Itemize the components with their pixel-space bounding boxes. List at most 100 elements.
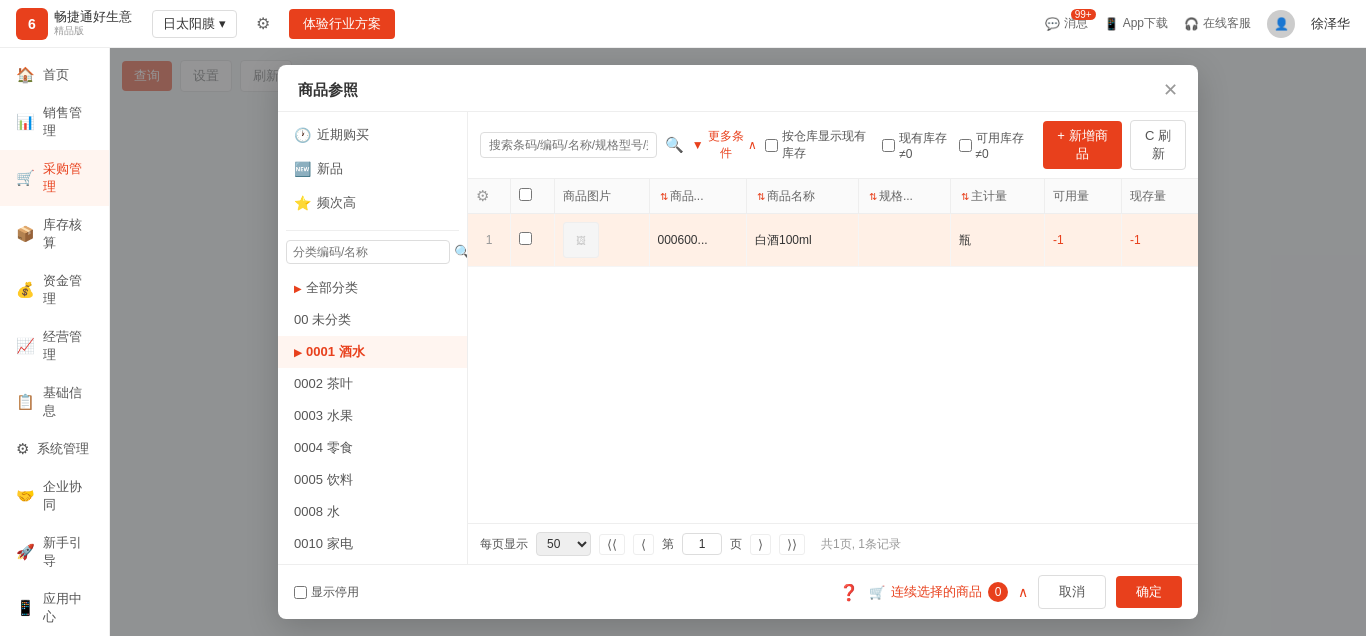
page-first-button[interactable]: ⟨⟨ <box>599 534 625 555</box>
quick-item-recent[interactable]: 🕐 近期购买 <box>286 120 459 150</box>
sidebar-label-operations: 经营管理 <box>43 328 93 364</box>
messages-badge: 99+ <box>1071 9 1096 20</box>
sidebar-item-purchase[interactable]: 🛒 采购管理 <box>0 150 109 206</box>
sidebar-item-guide[interactable]: 🚀 新手引导 <box>0 524 109 580</box>
th-settings: ⚙ <box>468 179 511 214</box>
per-page-select[interactable]: 50 100 <box>536 532 591 556</box>
stock-nonzero-input[interactable] <box>882 139 895 152</box>
settings-icon[interactable]: ⚙ <box>249 10 277 38</box>
top-navigation: 6 畅捷通好生意 精品版 日太阳膜 ▾ ⚙ 体验行业方案 💬 消息 99+ 📱 … <box>0 0 1366 48</box>
avail-nonzero-checkbox[interactable]: 可用库存≠0 <box>959 130 1027 161</box>
chevron-up-icon: ∧ <box>748 138 757 152</box>
messages-action[interactable]: 💬 消息 99+ <box>1045 15 1088 32</box>
add-product-button[interactable]: + 新增商品 <box>1043 121 1122 169</box>
sidebar-label-basics: 基础信息 <box>43 384 93 420</box>
service-action[interactable]: 🎧 在线客服 <box>1184 15 1251 32</box>
category-label-water: 0008 水 <box>294 503 340 521</box>
category-search-input[interactable] <box>286 240 450 264</box>
warehouse-stock-label: 按仓库显示现有库存 <box>782 128 874 162</box>
warehouse-stock-input[interactable] <box>765 139 778 152</box>
category-item-drinks[interactable]: 0005 饮料 <box>278 464 467 496</box>
sidebar-item-collab[interactable]: 🤝 企业协同 <box>0 468 109 524</box>
avail-nonzero-label: 可用库存≠0 <box>976 130 1027 161</box>
page-number-input[interactable] <box>682 533 722 555</box>
show-disabled-input[interactable] <box>294 586 307 599</box>
category-arrow-all: ▶ <box>294 283 302 294</box>
headphone-icon: 🎧 <box>1184 17 1199 31</box>
service-label: 在线客服 <box>1203 15 1251 32</box>
show-disabled-checkbox[interactable]: 显示停用 <box>294 584 359 601</box>
category-item-water[interactable]: 0008 水 <box>278 496 467 528</box>
select-all-checkbox[interactable] <box>519 188 532 201</box>
sidebar-item-inventory[interactable]: 📦 库存核算 <box>0 206 109 262</box>
cart-icon[interactable]: 🛒 <box>869 585 885 600</box>
category-list: ▶ 全部分类 00 未分类 ▶ 0001 酒水 0002 茶 <box>278 268 467 564</box>
sidebar-item-home[interactable]: 🏠 首页 <box>0 56 109 94</box>
th-spec-sort[interactable]: ⇅ 规格... <box>867 188 942 205</box>
th-unit-sort[interactable]: ⇅ 主计量 <box>959 188 1037 205</box>
th-unit: ⇅ 主计量 <box>950 179 1045 214</box>
page-last-button[interactable]: ⟩⟩ <box>779 534 805 555</box>
page-label: 第 <box>662 536 674 553</box>
collapse-footer-icon[interactable]: ∧ <box>1018 584 1028 600</box>
row-name-cell: 白酒100ml <box>746 214 858 267</box>
stock-nonzero-checkbox[interactable]: 现有库存≠0 <box>882 130 950 161</box>
right-panel: 🔍 ▼ 更多条件 ∧ 按仓库显示现有库存 <box>468 112 1198 564</box>
th-name-sort[interactable]: ⇅ 商品名称 <box>755 188 850 205</box>
sidebar-item-basics[interactable]: 📋 基础信息 <box>0 374 109 430</box>
per-page-label: 每页显示 <box>480 536 528 553</box>
th-name-label: 商品名称 <box>767 188 815 205</box>
warehouse-stock-checkbox[interactable]: 按仓库显示现有库存 <box>765 128 874 162</box>
avail-nonzero-input[interactable] <box>959 139 972 152</box>
username[interactable]: 徐泽华 <box>1311 15 1350 33</box>
app-download-action[interactable]: 📱 App下载 <box>1104 15 1168 32</box>
sidebar-item-apps[interactable]: 📱 应用中心 <box>0 580 109 636</box>
help-icon[interactable]: ❓ <box>839 583 859 602</box>
product-search-icon[interactable]: 🔍 <box>665 136 684 154</box>
category-item-fruit[interactable]: 0003 水果 <box>278 400 467 432</box>
modal-footer: 显示停用 ❓ 🛒 连续选择的商品 0 ∧ 取消 确定 <box>278 564 1198 619</box>
th-code-sort[interactable]: ⇅ 商品... <box>658 188 738 205</box>
cancel-button[interactable]: 取消 <box>1038 575 1106 609</box>
quick-item-frequent[interactable]: ⭐ 频次高 <box>286 188 459 218</box>
table-toolbar: 🔍 ▼ 更多条件 ∧ 按仓库显示现有库存 <box>468 112 1198 179</box>
row-checkbox[interactable] <box>519 232 532 245</box>
sidebar-item-finance[interactable]: 💰 资金管理 <box>0 262 109 318</box>
confirm-button[interactable]: 确定 <box>1116 576 1182 608</box>
collab-icon: 🤝 <box>16 487 35 505</box>
category-item-uncategorized[interactable]: 00 未分类 <box>278 304 467 336</box>
row-num: 1 <box>468 214 511 267</box>
th-name: ⇅ 商品名称 <box>746 179 858 214</box>
category-item-appliances[interactable]: 0010 家电 <box>278 528 467 560</box>
cart-label: 连续选择的商品 <box>891 583 982 601</box>
page-prev-button[interactable]: ⟨ <box>633 534 654 555</box>
apps-icon: 📱 <box>16 599 35 617</box>
category-search-icon[interactable]: 🔍 <box>454 244 468 260</box>
row-available: -1 <box>1053 233 1064 247</box>
category-item-liquor[interactable]: ▶ 0001 酒水 <box>278 336 467 368</box>
product-search-input[interactable] <box>480 132 657 158</box>
sidebar-item-system[interactable]: ⚙ 系统管理 <box>0 430 109 468</box>
category-item-all[interactable]: ▶ 全部分类 <box>278 272 467 304</box>
table-settings-icon[interactable]: ⚙ <box>476 187 489 204</box>
guide-icon: 🚀 <box>16 543 35 561</box>
refresh-button[interactable]: C 刷新 <box>1130 120 1186 170</box>
home-icon: 🏠 <box>16 66 35 84</box>
category-item-tea[interactable]: 0002 茶叶 <box>278 368 467 400</box>
table-row[interactable]: 1 🖼 <box>468 214 1198 267</box>
modal-close-button[interactable]: ✕ <box>1163 79 1178 101</box>
sidebar-item-operations[interactable]: 📈 经营管理 <box>0 318 109 374</box>
th-image-sort[interactable]: 商品图片 <box>563 188 641 205</box>
row-image-cell: 🖼 <box>555 214 650 267</box>
filter-button[interactable]: ▼ 更多条件 ∧ <box>692 128 757 162</box>
trial-button[interactable]: 体验行业方案 <box>289 9 395 39</box>
quick-item-new[interactable]: 🆕 新品 <box>286 154 459 184</box>
sidebar-item-sales[interactable]: 📊 销售管理 <box>0 94 109 150</box>
category-item-snacks[interactable]: 0004 零食 <box>278 432 467 464</box>
mobile-icon: 📱 <box>1104 17 1119 31</box>
sidebar-label-finance: 资金管理 <box>43 272 93 308</box>
category-label-all: 全部分类 <box>306 279 358 297</box>
star-icon: ⭐ <box>294 195 311 211</box>
store-dropdown[interactable]: 日太阳膜 ▾ <box>152 10 237 38</box>
page-next-button[interactable]: ⟩ <box>750 534 771 555</box>
